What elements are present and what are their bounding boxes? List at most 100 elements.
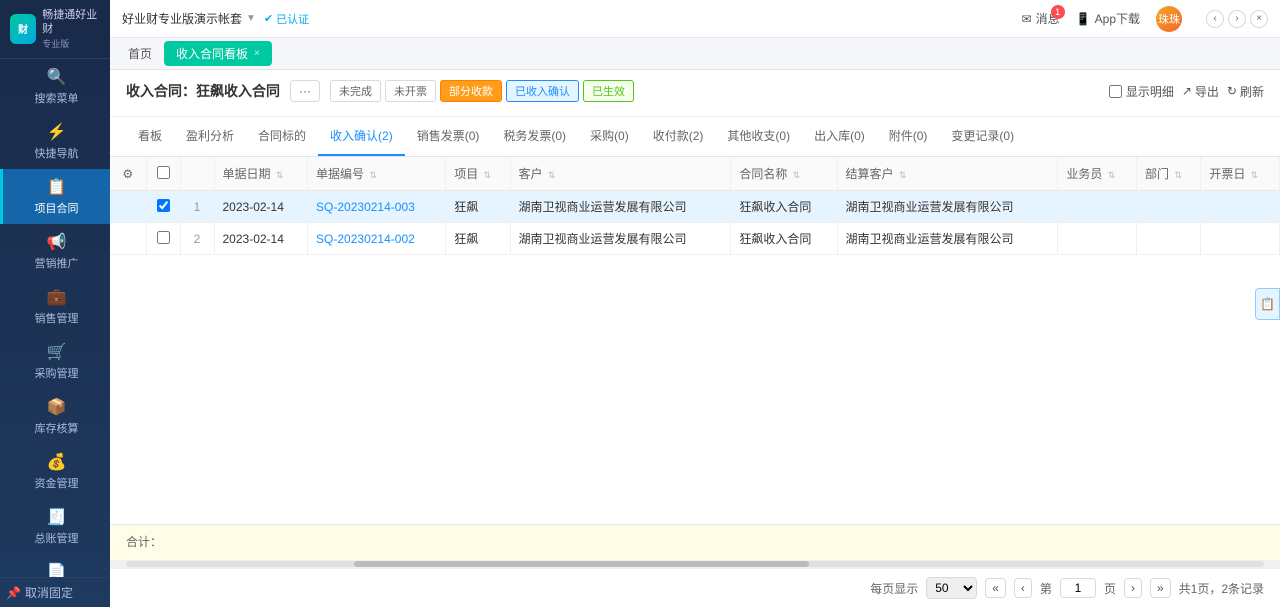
table-row[interactable]: 1 2023-02-14 SQ-20230214-003 狂飙 湖南卫视商业运营… bbox=[110, 191, 1280, 223]
certified-label: 已认证 bbox=[276, 11, 309, 27]
messages-button[interactable]: ✉ 消息 1 bbox=[1022, 10, 1060, 27]
row-checkbox-cell[interactable] bbox=[146, 191, 180, 223]
tab-other[interactable]: 其他收支(0) bbox=[715, 117, 802, 156]
status-tag-incomplete[interactable]: 未完成 bbox=[330, 80, 381, 102]
app-download-button[interactable]: 📱 App下载 bbox=[1076, 10, 1140, 27]
sidebar-item-accounting[interactable]: 🧾 总账管理 bbox=[0, 499, 110, 554]
table-footer: 合计： bbox=[110, 524, 1280, 560]
row-checkbox[interactable] bbox=[157, 199, 170, 212]
right-panel-toggle[interactable]: 📋 bbox=[1255, 288, 1280, 320]
table-row[interactable]: 2 2023-02-14 SQ-20230214-002 狂飙 湖南卫视商业运营… bbox=[110, 223, 1280, 255]
tab-warehouse[interactable]: 出入库(0) bbox=[802, 117, 877, 156]
tab-revenue-confirm[interactable]: 收入确认(2) bbox=[318, 117, 405, 156]
row-date-cell: 2023-02-14 bbox=[214, 223, 308, 255]
per-page-select[interactable]: 20 50 100 bbox=[926, 577, 977, 599]
horizontal-scrollbar[interactable] bbox=[110, 560, 1280, 568]
sidebar-item-finance[interactable]: 💰 资金管理 bbox=[0, 444, 110, 499]
tab-sales-invoice[interactable]: 销售发票(0) bbox=[405, 117, 492, 156]
row-project-cell: 狂飙 bbox=[446, 191, 510, 223]
pagination-bar: 每页显示 20 50 100 « ‹ 第 页 › » 共1页，2条记录 bbox=[110, 568, 1280, 607]
finance-icon: 💰 bbox=[47, 452, 67, 472]
sidebar-item-invoice[interactable]: 📄 发票管理 bbox=[0, 554, 110, 577]
first-page-button[interactable]: « bbox=[985, 578, 1006, 598]
show-detail-input[interactable] bbox=[1109, 85, 1122, 98]
page-header: 收入合同：狂飙收入合同 ··· 未完成 未开票 部分收款 已收入确认 已生效 显… bbox=[110, 70, 1280, 117]
status-tag-uninvoiced[interactable]: 未开票 bbox=[385, 80, 436, 102]
page-header-right: 显示明细 ↗ 导出 ↻ 刷新 bbox=[1109, 83, 1264, 100]
sidebar-item-marketing[interactable]: 📢 营销推广 bbox=[0, 224, 110, 279]
select-all-checkbox[interactable] bbox=[157, 166, 170, 179]
topbar-left: 好业财专业版演示帐套 ▼ ✔ 已认证 bbox=[122, 10, 309, 27]
topbar: 好业财专业版演示帐套 ▼ ✔ 已认证 ✉ 消息 1 📱 App下载 珠珠 ‹ bbox=[110, 0, 1280, 38]
projects-icon: 📋 bbox=[47, 177, 67, 197]
row-settings-cell[interactable] bbox=[110, 223, 146, 255]
row-department-cell bbox=[1137, 191, 1201, 223]
row-code-link[interactable]: SQ-20230214-003 bbox=[316, 200, 415, 214]
col-department[interactable]: 部门 ⇅ bbox=[1137, 157, 1201, 191]
col-settings[interactable]: ⚙ bbox=[110, 157, 146, 191]
tab-attachments[interactable]: 附件(0) bbox=[877, 117, 940, 156]
row-code-link[interactable]: SQ-20230214-002 bbox=[316, 232, 415, 246]
scroll-thumb[interactable] bbox=[354, 561, 809, 567]
row-code-cell[interactable]: SQ-20230214-002 bbox=[308, 223, 446, 255]
next-page-button[interactable]: › bbox=[1124, 578, 1142, 598]
status-tag-confirmed[interactable]: 已收入确认 bbox=[506, 80, 579, 102]
window-close-button[interactable]: × bbox=[1250, 10, 1268, 28]
more-actions-button[interactable]: ··· bbox=[290, 80, 320, 102]
home-tab[interactable]: 首页 bbox=[120, 41, 160, 66]
col-customer[interactable]: 客户 ⇅ bbox=[510, 157, 731, 191]
company-selector[interactable]: 好业财专业版演示帐套 ▼ bbox=[122, 10, 256, 27]
status-tag-effective[interactable]: 已生效 bbox=[583, 80, 634, 102]
check-icon: ✔ bbox=[264, 12, 273, 25]
page-word: 第 bbox=[1040, 580, 1052, 597]
col-code[interactable]: 单据编号 ⇅ bbox=[308, 157, 446, 191]
tab-kanban[interactable]: 看板 bbox=[126, 117, 174, 156]
sidebar-item-purchase[interactable]: 🛒 采购管理 bbox=[0, 334, 110, 389]
sidebar-bottom-action[interactable]: 📌 取消固定 bbox=[0, 577, 110, 607]
sales-icon: 💼 bbox=[47, 287, 67, 307]
refresh-button[interactable]: ↻ 刷新 bbox=[1227, 83, 1264, 100]
window-forward-button[interactable]: › bbox=[1228, 10, 1246, 28]
window-back-button[interactable]: ‹ bbox=[1206, 10, 1224, 28]
tab-close-button[interactable]: × bbox=[254, 48, 260, 59]
export-button[interactable]: ↗ 导出 bbox=[1182, 83, 1219, 100]
last-page-button[interactable]: » bbox=[1150, 578, 1171, 598]
col-billing-customer[interactable]: 结算客户 ⇅ bbox=[837, 157, 1058, 191]
row-checkbox-cell[interactable] bbox=[146, 223, 180, 255]
sidebar-item-search[interactable]: 🔍 搜索菜单 bbox=[0, 59, 110, 114]
user-avatar[interactable]: 珠珠 bbox=[1156, 6, 1182, 32]
col-date[interactable]: 单据日期 ⇅ bbox=[214, 157, 308, 191]
prev-page-button[interactable]: ‹ bbox=[1014, 578, 1032, 598]
row-checkbox[interactable] bbox=[157, 231, 170, 244]
sidebar-item-quicknav[interactable]: ⚡ 快捷导航 bbox=[0, 114, 110, 169]
col-salesperson[interactable]: 业务员 ⇅ bbox=[1058, 157, 1137, 191]
tab-purchase[interactable]: 采购(0) bbox=[578, 117, 641, 156]
col-open-date[interactable]: 开票日 ⇅ bbox=[1201, 157, 1280, 191]
sidebar-item-label: 采购管理 bbox=[35, 365, 79, 381]
row-code-cell[interactable]: SQ-20230214-003 bbox=[308, 191, 446, 223]
page-number-input[interactable] bbox=[1060, 578, 1096, 598]
sidebar-item-inventory[interactable]: 📦 库存核算 bbox=[0, 389, 110, 444]
tab-payment[interactable]: 收付款(2) bbox=[641, 117, 716, 156]
sidebar-item-projects[interactable]: 📋 项目合同 bbox=[0, 169, 110, 224]
tab-changes[interactable]: 变更记录(0) bbox=[939, 117, 1026, 156]
status-tag-partial[interactable]: 部分收款 bbox=[440, 80, 502, 102]
invoice-icon: 📄 bbox=[47, 562, 67, 577]
sort-customer-icon: ⇅ bbox=[548, 170, 556, 180]
show-detail-checkbox[interactable]: 显示明细 bbox=[1109, 83, 1174, 100]
tab-tax-invoice[interactable]: 税务发票(0) bbox=[491, 117, 578, 156]
status-tags-group: 未完成 未开票 部分收款 已收入确认 已生效 bbox=[330, 80, 634, 102]
sidebar-item-sales[interactable]: 💼 销售管理 bbox=[0, 279, 110, 334]
row-opendate-cell bbox=[1201, 223, 1280, 255]
tab-subject[interactable]: 合同标的 bbox=[246, 117, 318, 156]
active-tab[interactable]: 收入合同看板 × bbox=[164, 41, 272, 66]
sub-tabs: 看板 盈利分析 合同标的 收入确认(2) 销售发票(0) 税务发票(0) 采购(… bbox=[110, 117, 1280, 157]
tab-profit[interactable]: 盈利分析 bbox=[174, 117, 246, 156]
table-header: ⚙ 单据日期 ⇅ 单据编号 ⇅ 项目 ⇅ 客户 ⇅ 合同名称 ⇅ 结算客户 ⇅ … bbox=[110, 157, 1280, 191]
col-contract[interactable]: 合同名称 ⇅ bbox=[731, 157, 837, 191]
col-project[interactable]: 项目 ⇅ bbox=[446, 157, 510, 191]
row-settings-cell[interactable] bbox=[110, 191, 146, 223]
sidebar: 财 畅捷通好业财 专业版 🔍 搜索菜单 ⚡ 快捷导航 📋 项目合同 📢 营销推广… bbox=[0, 0, 110, 607]
row-contract-cell: 狂飙收入合同 bbox=[731, 191, 837, 223]
col-checkbox[interactable] bbox=[146, 157, 180, 191]
